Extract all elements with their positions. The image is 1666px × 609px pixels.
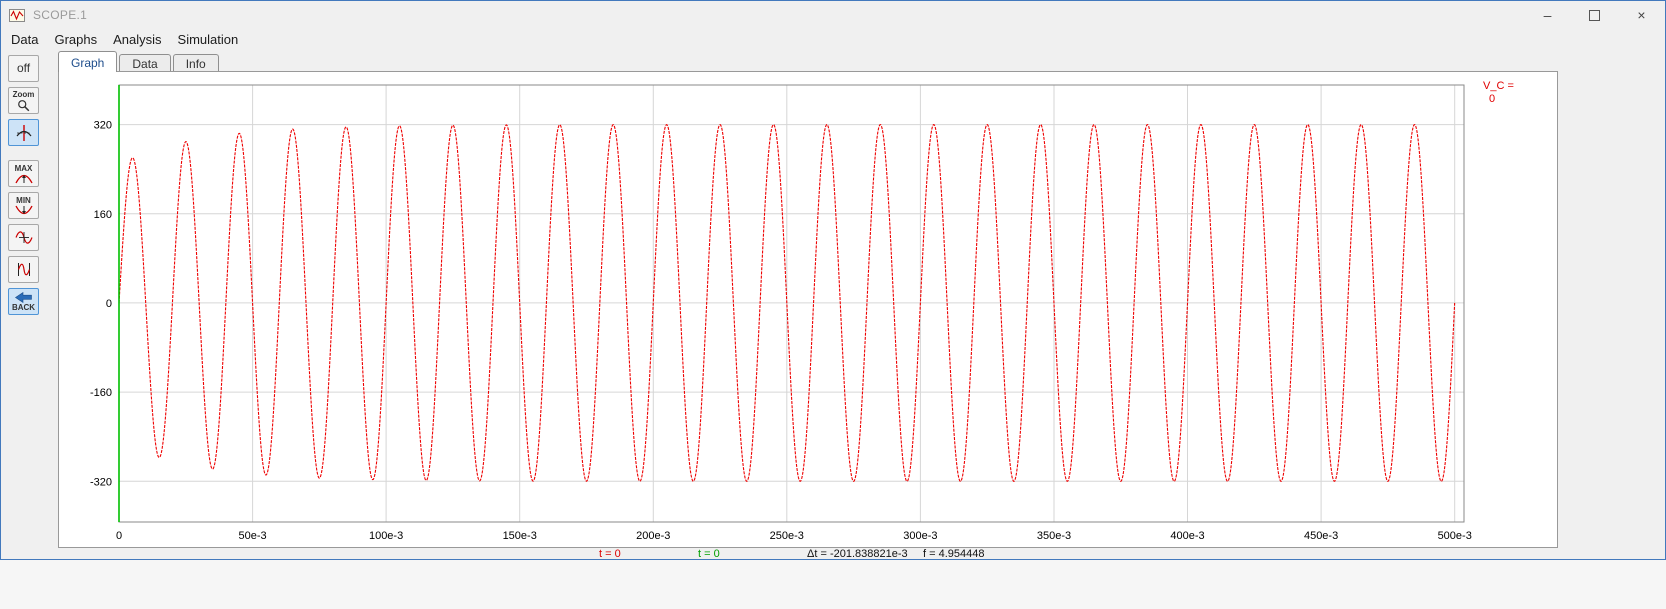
y-tick-label: -160	[90, 387, 112, 399]
curve-cross-icon	[14, 230, 33, 245]
maximize-icon	[1589, 9, 1600, 21]
x-tick-label: 400e-3	[1170, 530, 1204, 542]
zoom-button[interactable]: Zoom	[8, 87, 39, 114]
menu-graphs[interactable]: Graphs	[46, 29, 105, 50]
back-button[interactable]: BACK	[8, 288, 39, 315]
menu-simulation[interactable]: Simulation	[170, 29, 247, 50]
status-frequency: f = 4.954448	[923, 548, 985, 560]
peak-icon	[14, 173, 33, 184]
x-tick-label: 500e-3	[1438, 530, 1472, 542]
back-label: BACK	[11, 302, 36, 312]
measure-xy-button[interactable]	[8, 119, 39, 146]
x-tick-label: 300e-3	[903, 530, 937, 542]
maximize-button[interactable]	[1571, 1, 1618, 29]
x-tick-label: 100e-3	[369, 530, 403, 542]
x-tick-label: 0	[116, 530, 122, 542]
valley-icon	[14, 205, 33, 216]
min-button[interactable]: MIN	[8, 192, 39, 219]
y-tick-label: 320	[94, 120, 112, 132]
xy-crosshair-icon	[15, 124, 33, 142]
arrow-left-icon	[14, 291, 32, 303]
legend-series-value: 0	[1489, 93, 1496, 105]
periodic-measure-button[interactable]	[8, 256, 39, 283]
titlebar: SCOPE.1 – ×	[1, 1, 1665, 29]
close-button[interactable]: ×	[1618, 1, 1665, 29]
menubar: Data Graphs Analysis Simulation	[3, 29, 1665, 51]
app-icon	[9, 7, 25, 23]
waveform-plot[interactable]: 320 160 0 -160 -320 0 50e-3 100e-3 150e-3 200e-3 2…	[59, 72, 1557, 547]
status-time-cursor-red: t = 0	[599, 548, 621, 560]
legend-series-name: V_C =	[1483, 80, 1514, 92]
tab-strip: Graph Data Info	[58, 51, 221, 73]
off-button[interactable]: off	[8, 55, 39, 82]
x-tick-label: 350e-3	[1037, 530, 1071, 542]
x-tick-label: 250e-3	[770, 530, 804, 542]
legend: V_C = 0	[1483, 80, 1514, 106]
off-label: off	[16, 61, 31, 75]
y-tick-label: 160	[94, 209, 112, 221]
magnifier-icon	[17, 99, 31, 112]
y-tick-label: -320	[90, 476, 112, 488]
max-button[interactable]: MAX	[8, 160, 39, 187]
scope-window: SCOPE.1 – × Data Graphs Analysis Simulation…	[0, 0, 1666, 560]
max-label: MAX	[14, 163, 33, 173]
x-tick-label: 450e-3	[1304, 530, 1338, 542]
window-title: SCOPE.1	[33, 8, 88, 22]
min-label: MIN	[16, 195, 31, 205]
y-tick-label: 0	[106, 298, 112, 310]
sine-bars-icon	[15, 262, 33, 277]
window-controls: – ×	[1524, 1, 1665, 29]
x-tick-label: 200e-3	[636, 530, 670, 542]
zoom-label: Zoom	[12, 89, 35, 99]
status-time-cursor-green: t = 0	[698, 548, 720, 560]
tab-graph[interactable]: Graph	[58, 51, 118, 72]
menu-data[interactable]: Data	[3, 29, 46, 50]
menu-analysis[interactable]: Analysis	[105, 29, 169, 50]
minimize-button[interactable]: –	[1524, 1, 1571, 29]
point-cursor-button[interactable]	[8, 224, 39, 251]
status-delta-t: Δt = -201.838821e-3	[807, 548, 908, 560]
x-tick-label: 150e-3	[503, 530, 537, 542]
plot-frame	[118, 84, 1465, 523]
x-tick-label: 50e-3	[239, 530, 267, 542]
plot-panel: 320 160 0 -160 -320 0 50e-3 100e-3 150e-3 200e-3 2…	[58, 71, 1558, 548]
scope-toolbar: off Zoom MAX MIN BACK	[8, 55, 44, 320]
